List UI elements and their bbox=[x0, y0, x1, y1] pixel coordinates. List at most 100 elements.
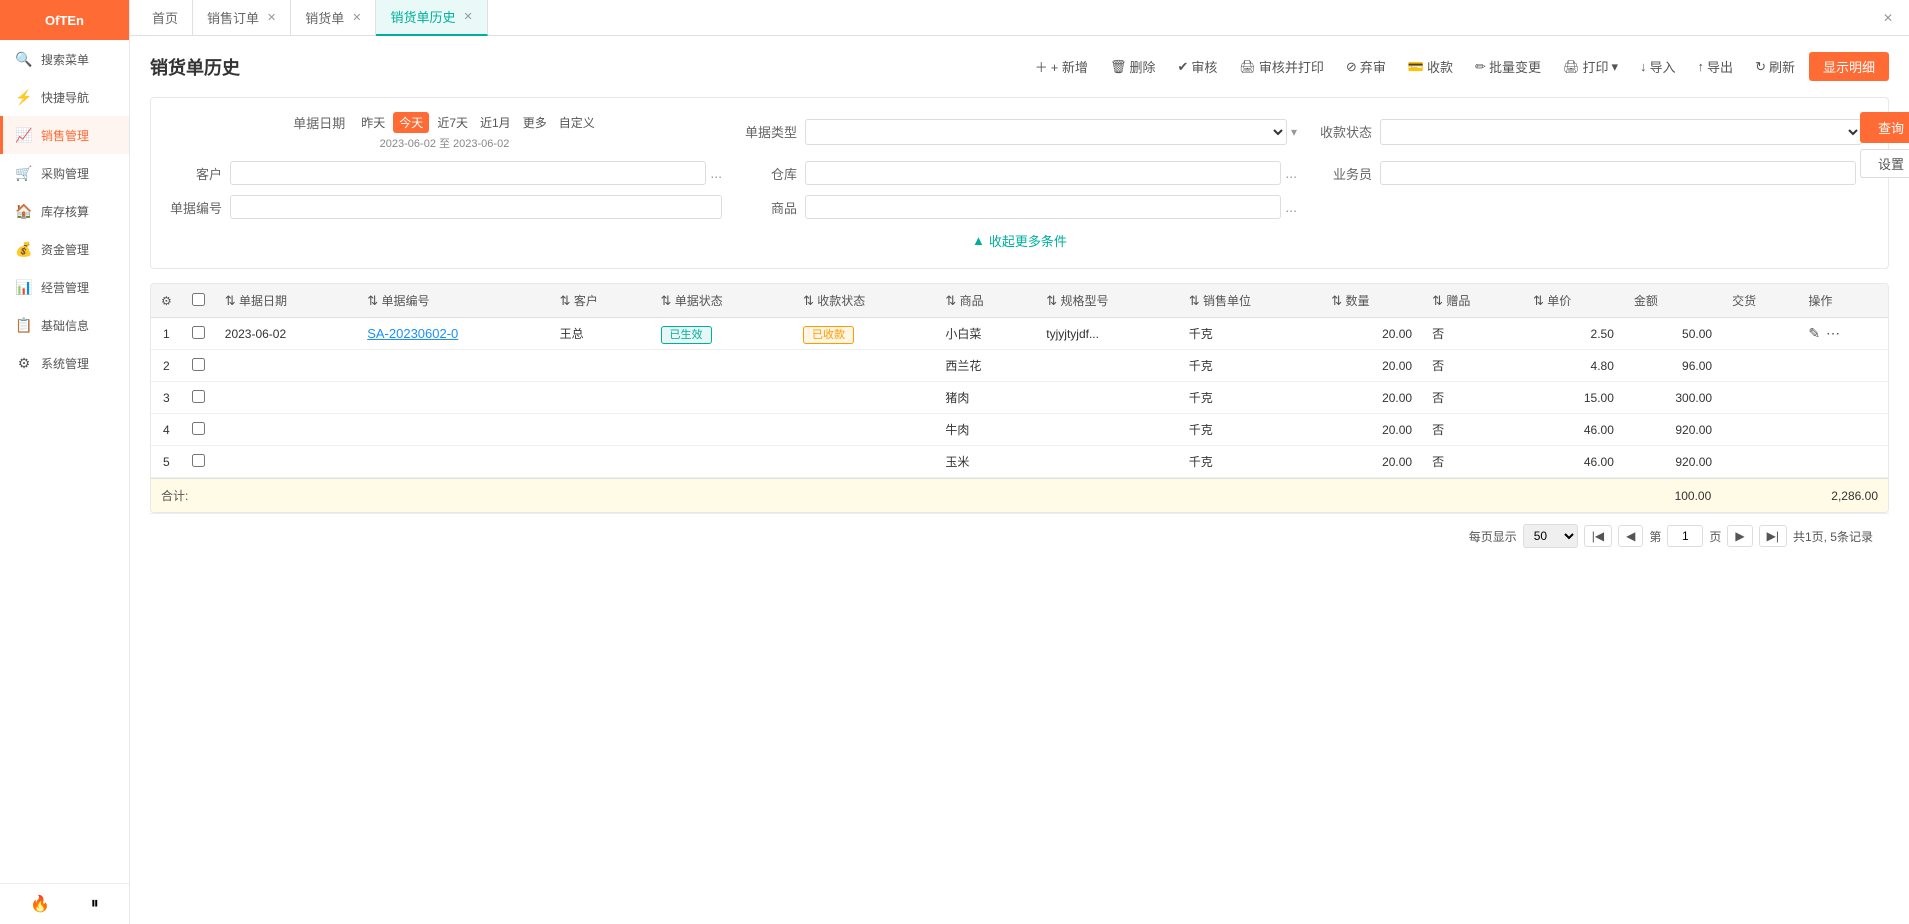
th-doc-no[interactable]: ⇅ 单据编号 bbox=[357, 284, 549, 318]
delete-button[interactable]: 🗑 删除 bbox=[1102, 53, 1164, 80]
date-yesterday-btn[interactable]: 昨天 bbox=[357, 112, 389, 133]
sidebar-item-inventory[interactable]: 🏠 库存核算 bbox=[0, 192, 129, 230]
sort-icon: ⇅ bbox=[1533, 293, 1544, 308]
th-settings[interactable]: ⚙ bbox=[151, 284, 182, 318]
page-next-button[interactable]: ▶ bbox=[1727, 525, 1752, 547]
show-detail-button[interactable]: 显示明细 bbox=[1809, 52, 1889, 81]
query-button[interactable]: 查询 bbox=[1860, 112, 1909, 143]
row-doc-date bbox=[215, 446, 357, 478]
row-select-checkbox[interactable] bbox=[192, 422, 205, 435]
review-print-button[interactable]: 🖨 审核并打印 bbox=[1231, 53, 1332, 80]
tab-close-icon[interactable]: ✕ bbox=[267, 11, 276, 24]
inventory-icon: 🏠 bbox=[15, 202, 33, 220]
sidebar-item-purchase-mgmt[interactable]: 🛒 采购管理 bbox=[0, 154, 129, 192]
print-icon: 🖨 bbox=[1563, 59, 1580, 75]
th-doc-date[interactable]: ⇅ 单据日期 bbox=[215, 284, 357, 318]
date-more-btn[interactable]: 更多 bbox=[519, 112, 551, 133]
sidebar-item-basic-info[interactable]: 📋 基础信息 bbox=[0, 306, 129, 344]
page-first-button[interactable]: |◀ bbox=[1584, 525, 1612, 547]
tab-bar: 首页 销售订单 ✕ 销货单 ✕ 销货单历史 ✕ ✕ bbox=[130, 0, 1909, 36]
sidebar-item-ops-mgmt[interactable]: 📊 经营管理 bbox=[0, 268, 129, 306]
date-7days-btn[interactable]: 近7天 bbox=[433, 112, 472, 133]
th-doc-status[interactable]: ⇅ 单据状态 bbox=[651, 284, 793, 318]
filter-customer-cell: 客户 ... bbox=[167, 161, 722, 185]
refresh-button[interactable]: ↻ 刷新 bbox=[1747, 53, 1803, 80]
page-inner: 销货单历史 ＋ + 新增 🗑 删除 ✔ 审核 🖨 bbox=[130, 36, 1909, 924]
row-payment-status bbox=[793, 414, 935, 446]
row-select-checkbox[interactable] bbox=[192, 326, 205, 339]
customer-dots[interactable]: ... bbox=[710, 165, 722, 181]
tab-sales-shipment[interactable]: 销货单 ✕ bbox=[291, 0, 376, 36]
import-button[interactable]: ↓ 导入 bbox=[1632, 53, 1684, 80]
product-dots[interactable]: ... bbox=[1285, 199, 1297, 215]
th-payment-status[interactable]: ⇅ 收款状态 bbox=[793, 284, 935, 318]
sidebar-item-sys-mgmt[interactable]: ⚙ 系统管理 bbox=[0, 344, 129, 382]
warehouse-dots[interactable]: ... bbox=[1285, 165, 1297, 181]
th-customer[interactable]: ⇅ 客户 bbox=[550, 284, 651, 318]
tab-sales-order[interactable]: 销售订单 ✕ bbox=[193, 0, 291, 36]
date-custom-btn[interactable]: 自定义 bbox=[555, 112, 599, 133]
tab-home[interactable]: 首页 bbox=[138, 0, 193, 36]
sidebar-item-quick-nav[interactable]: ⚡ 快捷导航 bbox=[0, 78, 129, 116]
footer-total-qty: 100.00 bbox=[951, 489, 1751, 503]
print-button[interactable]: 🖨 打印 ▾ bbox=[1555, 53, 1626, 80]
sidebar-fire-icon[interactable]: 🔥 bbox=[30, 894, 50, 914]
tab-close-icon[interactable]: ✕ bbox=[464, 10, 473, 23]
page-input[interactable] bbox=[1667, 525, 1703, 547]
row-sales-unit: 千克 bbox=[1179, 446, 1321, 478]
abandon-button[interactable]: ⊘ 弃审 bbox=[1338, 53, 1394, 80]
th-sales-unit[interactable]: ⇅ 销售单位 bbox=[1179, 284, 1321, 318]
page-prev-button[interactable]: ◀ bbox=[1618, 525, 1643, 547]
date-today-btn[interactable]: 今天 bbox=[393, 112, 429, 133]
row-spec-model bbox=[1036, 414, 1178, 446]
more-icon[interactable]: ⋯ bbox=[1826, 325, 1840, 342]
review-button[interactable]: ✔ 审核 bbox=[1169, 53, 1225, 80]
row-amount: 920.00 bbox=[1624, 446, 1722, 478]
page-last-button[interactable]: ▶| bbox=[1759, 525, 1787, 547]
row-select-checkbox[interactable] bbox=[192, 454, 205, 467]
th-gift[interactable]: ⇅ 赠品 bbox=[1422, 284, 1523, 318]
per-page-select[interactable]: 50 100 bbox=[1523, 524, 1578, 548]
print-dropdown-icon: ▾ bbox=[1612, 59, 1619, 75]
tab-close-all-button[interactable]: ✕ bbox=[1875, 7, 1901, 29]
doc-type-select[interactable] bbox=[805, 119, 1287, 145]
row-doc-status bbox=[651, 350, 793, 382]
date-1month-btn[interactable]: 近1月 bbox=[476, 112, 515, 133]
sidebar-pause-icon[interactable]: ⏸ bbox=[91, 895, 99, 913]
warehouse-input[interactable] bbox=[805, 161, 1281, 185]
doc-no-input[interactable] bbox=[230, 195, 722, 219]
brand-name: OfTEn bbox=[45, 13, 84, 28]
doc-no-link[interactable]: SA-20230602-0 bbox=[367, 326, 458, 341]
customer-input[interactable] bbox=[230, 161, 706, 185]
row-select-checkbox[interactable] bbox=[192, 358, 205, 371]
th-spec-model[interactable]: ⇅ 规格型号 bbox=[1036, 284, 1178, 318]
sidebar-item-capital-mgmt[interactable]: 💰 资金管理 bbox=[0, 230, 129, 268]
new-button[interactable]: ＋ + 新增 bbox=[1027, 53, 1096, 80]
abandon-icon: ⊘ bbox=[1346, 59, 1357, 75]
th-unit-price[interactable]: ⇅ 单价 bbox=[1523, 284, 1624, 318]
salesperson-input[interactable] bbox=[1380, 161, 1856, 185]
row-gift: 否 bbox=[1422, 350, 1523, 382]
export-button[interactable]: ↑ 导出 bbox=[1690, 53, 1742, 80]
row-select-checkbox[interactable] bbox=[192, 390, 205, 403]
collect-button[interactable]: 💳 收款 bbox=[1400, 53, 1461, 80]
th-product[interactable]: ⇅ 商品 bbox=[935, 284, 1036, 318]
row-amount: 300.00 bbox=[1624, 382, 1722, 414]
product-input[interactable] bbox=[805, 195, 1281, 219]
edit-icon[interactable]: ✎ bbox=[1808, 325, 1820, 342]
sort-icon: ⇅ bbox=[367, 293, 378, 308]
batch-change-button[interactable]: ✏ 批量变更 bbox=[1467, 53, 1549, 80]
th-quantity[interactable]: ⇅ 数量 bbox=[1321, 284, 1422, 318]
filter-settings-button[interactable]: 设置 bbox=[1860, 149, 1909, 178]
select-all-checkbox[interactable] bbox=[192, 293, 205, 306]
row-transaction bbox=[1722, 414, 1798, 446]
sidebar-item-sales-mgmt[interactable]: 📈 销售管理 bbox=[0, 116, 129, 154]
footer-total-amount: 2,286.00 bbox=[1831, 489, 1878, 503]
tab-sales-history[interactable]: 销货单历史 ✕ bbox=[376, 0, 487, 36]
collapse-button[interactable]: ▲ 收起更多条件 bbox=[968, 227, 1071, 254]
tab-close-icon[interactable]: ✕ bbox=[352, 11, 361, 24]
add-icon: ＋ bbox=[1035, 57, 1048, 76]
row-checkbox bbox=[182, 350, 215, 382]
payment-status-select[interactable] bbox=[1380, 119, 1862, 145]
sidebar-item-search-menu[interactable]: 🔍 搜索菜单 bbox=[0, 40, 129, 78]
